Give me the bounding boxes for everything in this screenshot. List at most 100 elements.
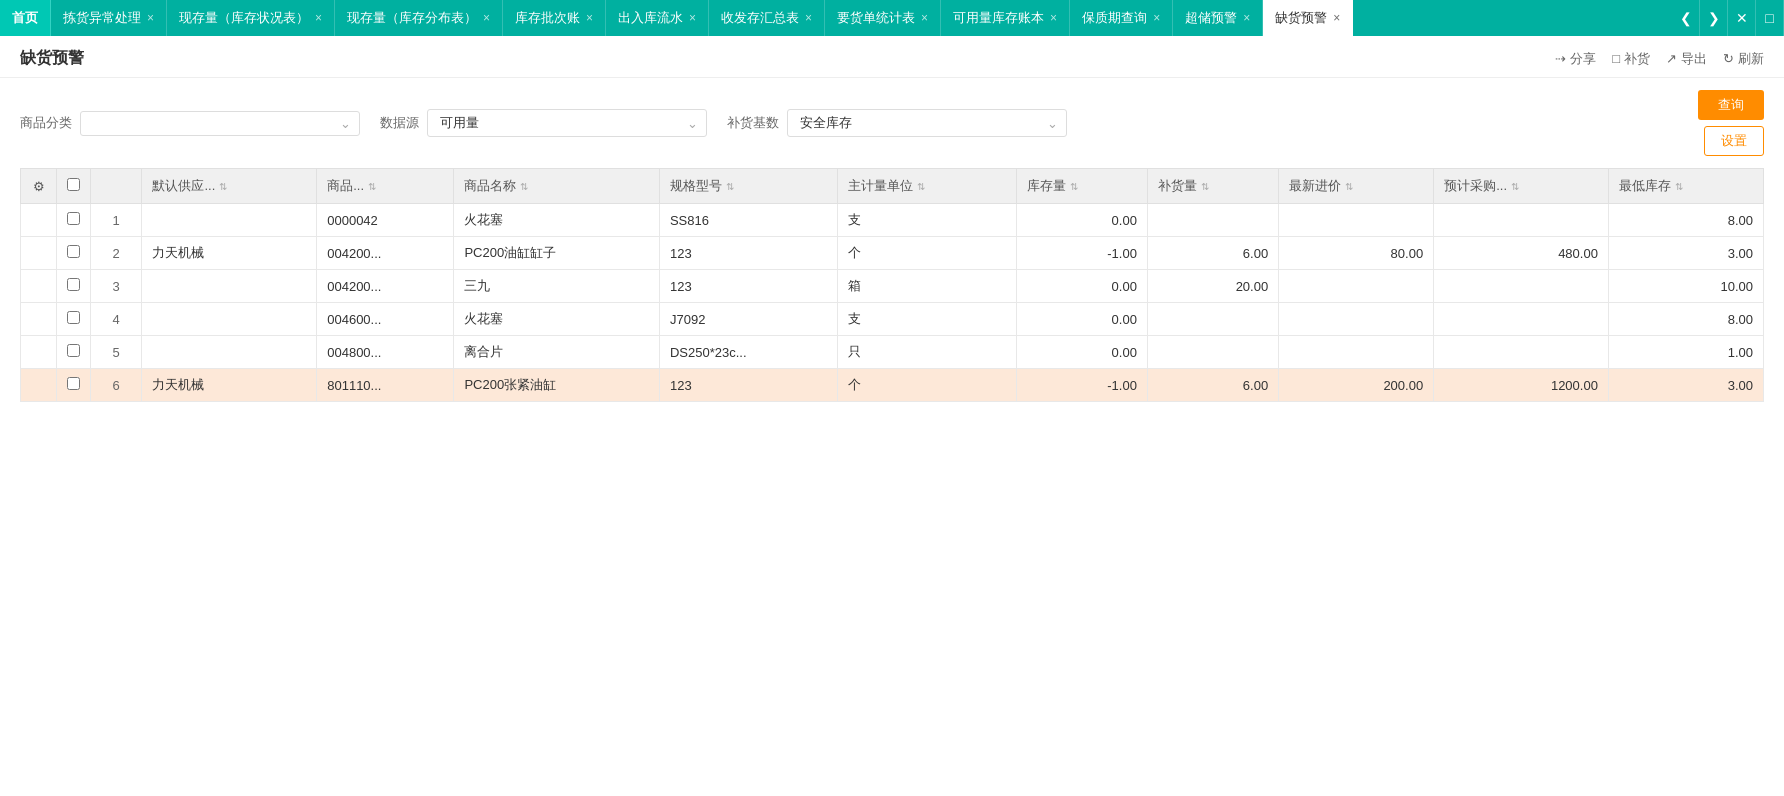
- tab-batch[interactable]: 库存批次账 ×: [503, 0, 606, 36]
- tab-stock1-close[interactable]: ×: [315, 11, 322, 25]
- row-unit: 个: [837, 237, 1016, 270]
- th-min-stock-label: 最低库存: [1619, 177, 1671, 195]
- th-code[interactable]: 商品... ⇅: [317, 169, 454, 204]
- th-spec-label: 规格型号: [670, 177, 722, 195]
- tab-pick[interactable]: 拣货异常处理 ×: [51, 0, 167, 36]
- settings-button[interactable]: 设置: [1704, 126, 1764, 156]
- tab-batch-close[interactable]: ×: [586, 11, 593, 25]
- refresh-icon: ↻: [1723, 51, 1734, 66]
- page-title: 缺货预警: [20, 48, 84, 69]
- row-code: 0000042: [317, 204, 454, 237]
- restock-button[interactable]: □ 补货: [1612, 50, 1650, 68]
- row-min-stock: 10.00: [1608, 270, 1763, 303]
- tab-prev-button[interactable]: ❮: [1672, 0, 1700, 36]
- row-unit: 个: [837, 369, 1016, 402]
- category-chevron-icon: ⌄: [340, 116, 351, 131]
- restock-base-select[interactable]: 安全库存 ⌄: [787, 109, 1067, 137]
- tab-overstock[interactable]: 超储预警 ×: [1173, 0, 1263, 36]
- tab-expiry-close[interactable]: ×: [1153, 11, 1160, 25]
- row-unit: 支: [837, 303, 1016, 336]
- th-latest-price[interactable]: 最新进价 ⇅: [1279, 169, 1434, 204]
- row-stock: -1.00: [1016, 369, 1147, 402]
- th-restock[interactable]: 补货量 ⇅: [1147, 169, 1278, 204]
- row-checkbox[interactable]: [67, 278, 80, 291]
- row-latest-price: [1279, 336, 1434, 369]
- tab-stock2[interactable]: 现存量（库存分布表） ×: [335, 0, 503, 36]
- row-spec: 123: [659, 270, 837, 303]
- row-checkbox[interactable]: [67, 344, 80, 357]
- tab-available-close[interactable]: ×: [1050, 11, 1057, 25]
- tab-available[interactable]: 可用量库存账本 ×: [941, 0, 1070, 36]
- tab-expiry[interactable]: 保质期查询 ×: [1070, 0, 1173, 36]
- restock-base-chevron-icon: ⌄: [1047, 116, 1058, 131]
- row-restock: 6.00: [1147, 369, 1278, 402]
- th-checkbox[interactable]: [57, 169, 91, 204]
- row-unit: 支: [837, 204, 1016, 237]
- tab-overstock-close[interactable]: ×: [1243, 11, 1250, 25]
- query-button[interactable]: 查询: [1698, 90, 1764, 120]
- row-latest-price: [1279, 204, 1434, 237]
- row-checkbox-cell[interactable]: [57, 270, 91, 303]
- tab-home[interactable]: 首页: [0, 0, 51, 36]
- tab-expiry-label: 保质期查询: [1082, 9, 1147, 27]
- row-checkbox-cell[interactable]: [57, 303, 91, 336]
- row-checkbox[interactable]: [67, 245, 80, 258]
- restock-sort-icon: ⇅: [1201, 181, 1209, 192]
- row-min-stock: 3.00: [1608, 237, 1763, 270]
- restock-base-filter-group: 补货基数 安全库存 ⌄: [727, 109, 1067, 137]
- th-spec[interactable]: 规格型号 ⇅: [659, 169, 837, 204]
- row-checkbox-cell[interactable]: [57, 204, 91, 237]
- th-est-purchase[interactable]: 预计采购... ⇅: [1434, 169, 1609, 204]
- tab-shortage[interactable]: 缺货预警 ×: [1263, 0, 1353, 36]
- row-checkbox[interactable]: [67, 377, 80, 390]
- tab-restore-button[interactable]: □: [1756, 0, 1784, 36]
- datasource-select[interactable]: 可用量 ⌄: [427, 109, 707, 137]
- tab-shortage-close[interactable]: ×: [1333, 11, 1340, 25]
- share-label: 分享: [1570, 50, 1596, 68]
- category-select[interactable]: ⌄: [80, 111, 360, 136]
- export-button[interactable]: ↗ 导出: [1666, 50, 1707, 68]
- tab-stock1-label: 现存量（库存状况表）: [179, 9, 309, 27]
- tab-next-button[interactable]: ❯: [1700, 0, 1728, 36]
- th-settings[interactable]: ⚙: [21, 169, 57, 204]
- tab-summary-close[interactable]: ×: [805, 11, 812, 25]
- tab-maximize-button[interactable]: ✕: [1728, 0, 1756, 36]
- tab-summary[interactable]: 收发存汇总表 ×: [709, 0, 825, 36]
- row-code: 004800...: [317, 336, 454, 369]
- main-content: 缺货预警 ⇢ 分享 □ 补货 ↗ 导出 ↻ 刷新 商品分类: [0, 36, 1784, 796]
- th-min-stock[interactable]: 最低库存 ⇅: [1608, 169, 1763, 204]
- tab-pick-close[interactable]: ×: [147, 11, 154, 25]
- refresh-button[interactable]: ↻ 刷新: [1723, 50, 1764, 68]
- th-unit[interactable]: 主计量单位 ⇅: [837, 169, 1016, 204]
- tab-summary-label: 收发存汇总表: [721, 9, 799, 27]
- page-header: 缺货预警 ⇢ 分享 □ 补货 ↗ 导出 ↻ 刷新: [0, 36, 1784, 78]
- th-stock[interactable]: 库存量 ⇅: [1016, 169, 1147, 204]
- row-min-stock: 8.00: [1608, 204, 1763, 237]
- row-checkbox[interactable]: [67, 212, 80, 225]
- th-supplier[interactable]: 默认供应... ⇅: [142, 169, 317, 204]
- row-checkbox-cell[interactable]: [57, 369, 91, 402]
- th-name[interactable]: 商品名称 ⇅: [454, 169, 660, 204]
- select-all-checkbox[interactable]: [67, 178, 80, 191]
- row-checkbox[interactable]: [67, 311, 80, 324]
- row-checkbox-cell[interactable]: [57, 237, 91, 270]
- min-stock-sort-icon: ⇅: [1675, 181, 1683, 192]
- row-index: 2: [91, 237, 142, 270]
- tab-stock1[interactable]: 现存量（库存状况表） ×: [167, 0, 335, 36]
- row-checkbox-cell[interactable]: [57, 336, 91, 369]
- tab-stock2-close[interactable]: ×: [483, 11, 490, 25]
- share-button[interactable]: ⇢ 分享: [1555, 50, 1596, 68]
- tab-order-close[interactable]: ×: [921, 11, 928, 25]
- tab-flow-close[interactable]: ×: [689, 11, 696, 25]
- category-label: 商品分类: [20, 114, 72, 132]
- row-index: 4: [91, 303, 142, 336]
- export-label: 导出: [1681, 50, 1707, 68]
- tab-order[interactable]: 要货单统计表 ×: [825, 0, 941, 36]
- row-spec: 123: [659, 369, 837, 402]
- tab-flow[interactable]: 出入库流水 ×: [606, 0, 709, 36]
- row-settings-cell: [21, 303, 57, 336]
- row-stock: 0.00: [1016, 303, 1147, 336]
- unit-sort-icon: ⇅: [917, 181, 925, 192]
- tab-flow-label: 出入库流水: [618, 9, 683, 27]
- supplier-sort-icon: ⇅: [219, 181, 227, 192]
